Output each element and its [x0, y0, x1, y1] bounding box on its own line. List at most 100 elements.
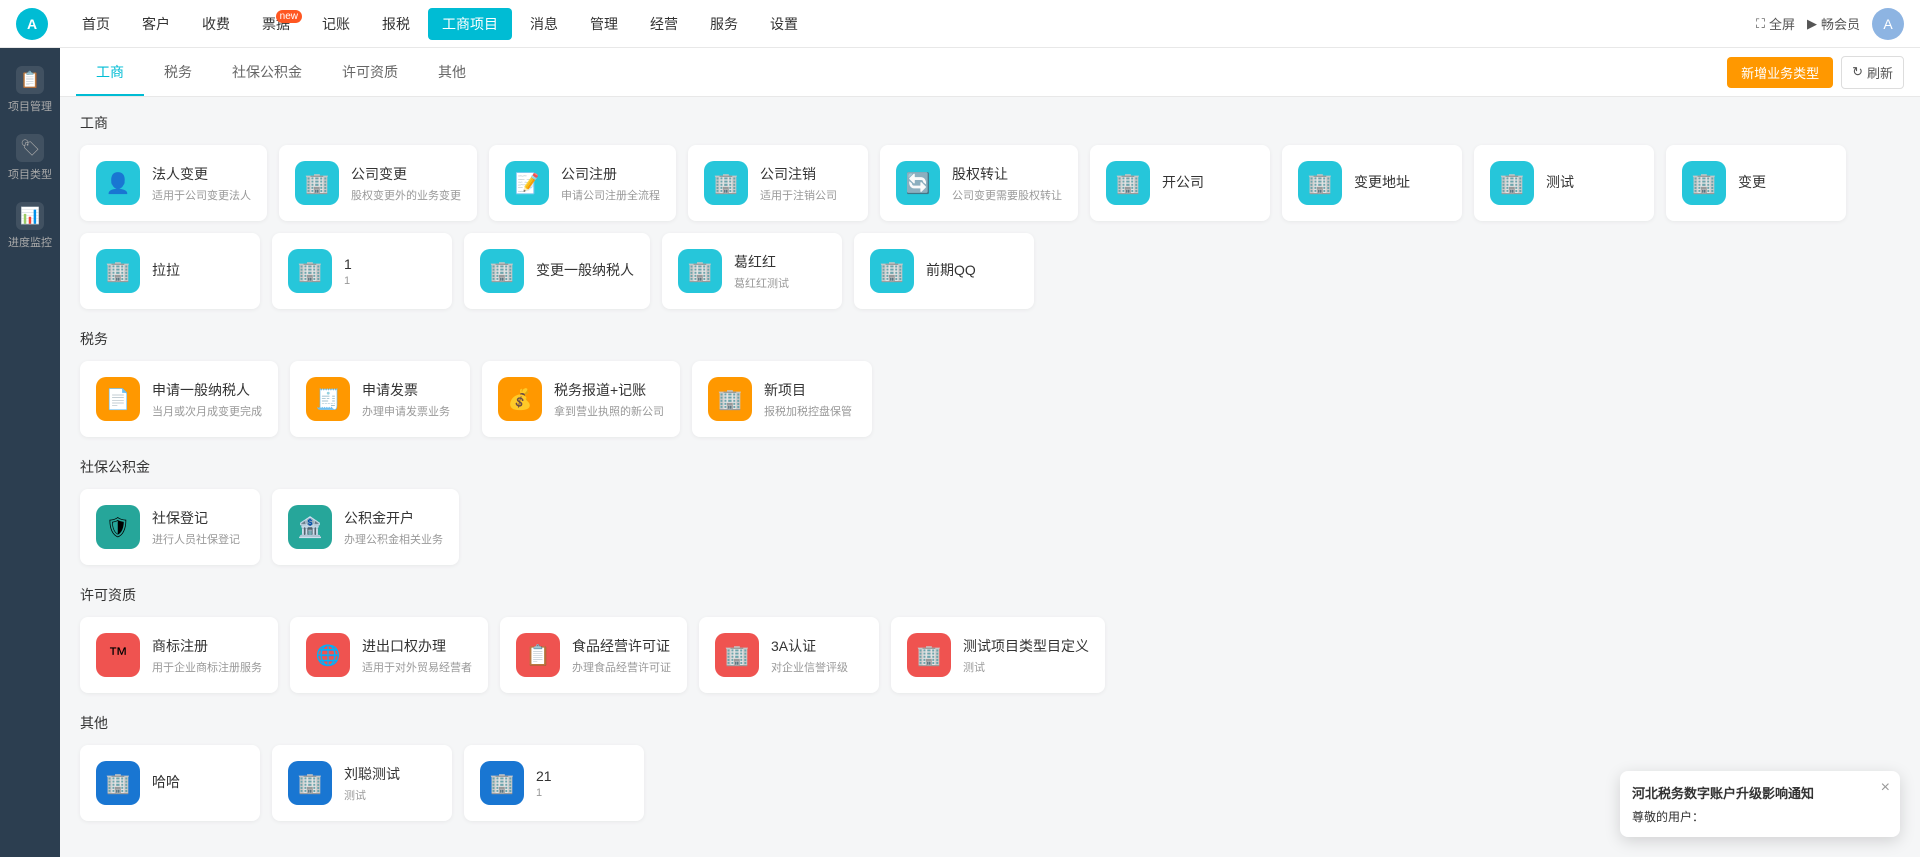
card-ceshi-leixing[interactable]: 🏢 测试项目类型目定义 测试: [891, 617, 1105, 693]
sidebar-item-progress-monitor[interactable]: 📊 进度监控: [0, 192, 60, 260]
card-one[interactable]: 🏢 1 1: [272, 233, 452, 309]
card-icon-ceshi: 🏢: [1490, 161, 1534, 205]
new-type-button[interactable]: 新增业务类型: [1727, 57, 1833, 88]
notification-desc: 尊敬的用户：: [1632, 808, 1888, 825]
card-biangeng[interactable]: 🏢 变更: [1666, 145, 1846, 221]
card-gehonghong[interactable]: 🏢 葛红红 葛红红测试: [662, 233, 842, 309]
nav-tax[interactable]: 报税: [368, 8, 424, 40]
nav-message[interactable]: 消息: [516, 8, 572, 40]
card-icon-gehh: 🏢: [678, 249, 722, 293]
svg-text:A: A: [27, 16, 37, 32]
card-icon-guquan: 🔄: [896, 161, 940, 205]
card-gongsi-zhuce[interactable]: 📝 公司注册 申请公司注册全流程: [489, 145, 676, 221]
card-liucong-ceshi[interactable]: 🏢 刘聪测试 测试: [272, 745, 452, 821]
nav-settings[interactable]: 设置: [756, 8, 812, 40]
nav-operate[interactable]: 经营: [636, 8, 692, 40]
sidebar: 📋 项目管理 🏷 项目类型 📊 进度监控: [0, 48, 60, 857]
card-shenqing-fapiao[interactable]: 🧾 申请发票 办理申请发票业务: [290, 361, 470, 437]
tab-bar: 工商 税务 社保公积金 许可资质 其他 新增业务类型 ↻ 刷新: [60, 48, 1920, 97]
card-gongsi-zhuxiao[interactable]: 🏢 公司注销 适用于注销公司: [688, 145, 868, 221]
section-title-shebao: 社保公积金: [80, 457, 1900, 477]
card-icon-one: 🏢: [288, 249, 332, 293]
tab-shebao[interactable]: 社保公积金: [212, 48, 322, 96]
card-shangbiao-zhuce[interactable]: ™ 商标注册 用于企业商标注册服务: [80, 617, 278, 693]
section-xuke: 许可资质 ™ 商标注册 用于企业商标注册服务 🌐 进出口权办理 适用于对外贸: [80, 585, 1900, 693]
project-manage-icon: 📋: [16, 66, 44, 94]
card-gongsi-biangeng[interactable]: 🏢 公司变更 股权变更外的业务变更: [279, 145, 477, 221]
card-lala[interactable]: 🏢 拉拉: [80, 233, 260, 309]
tab-qita[interactable]: 其他: [418, 48, 486, 96]
notification-popup: × 河北税务数字账户升级影响通知 尊敬的用户：: [1620, 771, 1900, 837]
card-icon-sw2: 🧾: [306, 377, 350, 421]
card-icon-sw1: 📄: [96, 377, 140, 421]
card-shenqing-yiban[interactable]: 📄 申请一般纳税人 当月或次月成变更完成: [80, 361, 278, 437]
card-21[interactable]: 🏢 21 1: [464, 745, 644, 821]
card-icon-gongsi-zx: 🏢: [704, 161, 748, 205]
card-shipin-xuke[interactable]: 📋 食品经营许可证 办理食品经营许可证: [500, 617, 687, 693]
card-icon-kai: 🏢: [1106, 161, 1150, 205]
tab-shuiwu[interactable]: 税务: [144, 48, 212, 96]
card-icon-lala: 🏢: [96, 249, 140, 293]
notification-title: 河北税务数字账户升级影响通知: [1632, 783, 1888, 802]
sidebar-item-project-manage[interactable]: 📋 项目管理: [0, 56, 60, 124]
card-icon-bg2: 🏢: [1682, 161, 1726, 205]
section-title-qita: 其他: [80, 713, 1900, 733]
project-type-icon: 🏷: [16, 134, 44, 162]
card-faren-biangeng[interactable]: 👤 法人变更 适用于公司变更法人: [80, 145, 267, 221]
card-qianqi-qq[interactable]: 🏢 前期QQ: [854, 233, 1034, 309]
nav-ticket[interactable]: 票据 new: [248, 8, 304, 40]
card-jinchukou[interactable]: 🌐 进出口权办理 适用于对外贸易经营者: [290, 617, 488, 693]
card-icon-faren: 👤: [96, 161, 140, 205]
card-icon-sw4: 🏢: [708, 377, 752, 421]
card-icon-qt3: 🏢: [480, 761, 524, 805]
section-gongshang: 工商 👤 法人变更 适用于公司变更法人 🏢 公司变更 股权变更外的业务变更: [80, 113, 1900, 309]
card-icon-yiban: 🏢: [480, 249, 524, 293]
section-shebao: 社保公积金 🛡 社保登记 进行人员社保登记 🏦 公积金开户 办理公积金相关: [80, 457, 1900, 565]
main-layout: 📋 项目管理 🏷 项目类型 📊 进度监控 工商 税务 社保公积金 许可资质 其他…: [0, 48, 1920, 857]
nav-manage[interactable]: 管理: [576, 8, 632, 40]
card-haha[interactable]: 🏢 哈哈: [80, 745, 260, 821]
card-3a-renzhen[interactable]: 🏢 3A认证 对企业信誉评级: [699, 617, 879, 693]
tab-gongshang[interactable]: 工商: [76, 48, 144, 96]
cards-grid-shuiwu: 📄 申请一般纳税人 当月或次月成变更完成 🧾 申请发票 办理申请发票业务: [80, 361, 1900, 437]
card-icon-xk1: ™: [96, 633, 140, 677]
card-icon-gongsi-bg: 🏢: [295, 161, 339, 205]
nav-items: 首页 客户 收费 票据 new 记账 报税 工商项目 消息 管理 经营 服务 设…: [68, 8, 1756, 40]
nav-home[interactable]: 首页: [68, 8, 124, 40]
fullscreen-btn[interactable]: ⛶ 全屏: [1756, 14, 1795, 33]
nav-bookkeeping[interactable]: 记账: [308, 8, 364, 40]
card-icon-sw3: 💰: [498, 377, 542, 421]
card-kai-gongsi[interactable]: 🏢 开公司: [1090, 145, 1270, 221]
refresh-icon: ↻: [1852, 64, 1863, 80]
cards-grid-shebao: 🛡 社保登记 进行人员社保登记 🏦 公积金开户 办理公积金相关业务: [80, 489, 1900, 565]
progress-icon: 📊: [16, 202, 44, 230]
card-icon-xk5: 🏢: [907, 633, 951, 677]
tab-xuke[interactable]: 许可资质: [322, 48, 418, 96]
refresh-button[interactable]: ↻ 刷新: [1841, 56, 1904, 89]
nav-service[interactable]: 服务: [696, 8, 752, 40]
sidebar-item-project-type[interactable]: 🏷 项目类型: [0, 124, 60, 192]
card-shuiwu-baodao[interactable]: 💰 税务报道+记账 拿到营业执照的新公司: [482, 361, 680, 437]
nav-client[interactable]: 客户: [128, 8, 184, 40]
card-xin-xiangmu[interactable]: 🏢 新项目 报税加税控盘保管: [692, 361, 872, 437]
card-gongjijin-kaihu[interactable]: 🏦 公积金开户 办理公积金相关业务: [272, 489, 459, 565]
cards-grid-gongshang: 👤 法人变更 适用于公司变更法人 🏢 公司变更 股权变更外的业务变更: [80, 145, 1900, 309]
scroll-area[interactable]: 工商 👤 法人变更 适用于公司变更法人 🏢 公司变更 股权变更外的业务变更: [60, 97, 1920, 857]
card-icon-xk4: 🏢: [715, 633, 759, 677]
nav-business[interactable]: 工商项目: [428, 8, 512, 40]
tabs: 工商 税务 社保公积金 许可资质 其他: [76, 48, 486, 96]
card-shebao-dengji[interactable]: 🛡 社保登记 进行人员社保登记: [80, 489, 260, 565]
logo[interactable]: A: [16, 8, 48, 40]
cards-grid-xuke: ™ 商标注册 用于企业商标注册服务 🌐 进出口权办理 适用于对外贸易经营者: [80, 617, 1900, 693]
vip-btn[interactable]: ▶ 畅会员: [1807, 14, 1860, 33]
card-icon-gongsi-zc: 📝: [505, 161, 549, 205]
card-biangeng-dizhi[interactable]: 🏢 变更地址: [1282, 145, 1462, 221]
card-icon-sb1: 🛡: [96, 505, 140, 549]
card-biangeng-yiban[interactable]: 🏢 变更一般纳税人: [464, 233, 650, 309]
nav-right: ⛶ 全屏 ▶ 畅会员 A: [1756, 8, 1904, 40]
card-ceshi[interactable]: 🏢 测试: [1474, 145, 1654, 221]
avatar[interactable]: A: [1872, 8, 1904, 40]
card-guquan-zhuanrang[interactable]: 🔄 股权转让 公司变更需要股权转让: [880, 145, 1078, 221]
nav-charge[interactable]: 收费: [188, 8, 244, 40]
notification-close-btn[interactable]: ×: [1881, 779, 1890, 797]
